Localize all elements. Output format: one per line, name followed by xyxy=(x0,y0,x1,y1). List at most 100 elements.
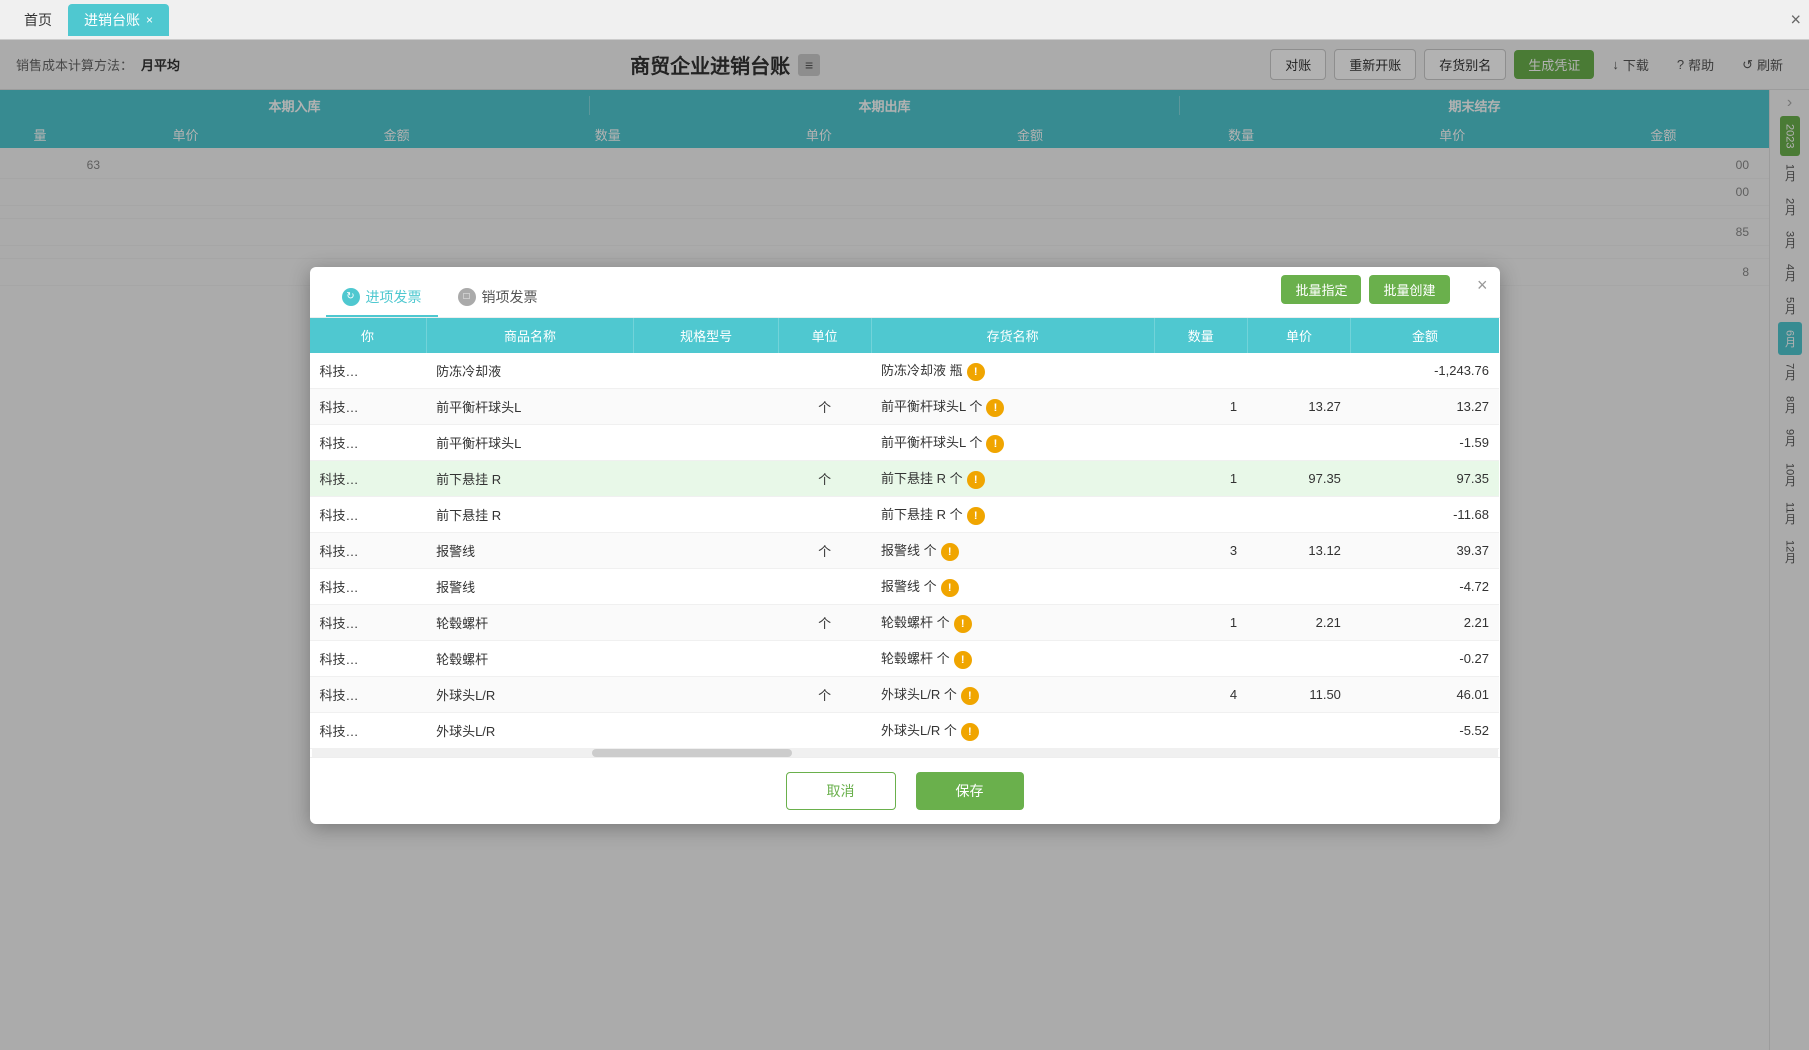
table-cell: 科技… xyxy=(310,424,427,460)
table-cell xyxy=(634,676,778,712)
table-cell xyxy=(1154,353,1247,389)
table-cell xyxy=(634,568,778,604)
table-cell: 2.21 xyxy=(1351,604,1499,640)
tab-close-icon[interactable]: × xyxy=(146,13,153,27)
col-company: 你 xyxy=(310,318,427,353)
table-cell: 个 xyxy=(778,604,871,640)
table-cell xyxy=(1154,496,1247,532)
table-row: 科技…防冻冷却液防冻冷却液 瓶!-1,243.76 xyxy=(310,353,1500,389)
table-cell xyxy=(778,712,871,748)
table-cell: -1,243.76 xyxy=(1351,353,1499,389)
table-cell xyxy=(1247,353,1351,389)
warning-icon: ! xyxy=(967,363,985,381)
warning-icon: ! xyxy=(954,651,972,669)
table-cell xyxy=(634,712,778,748)
table-cell xyxy=(634,604,778,640)
table-cell: 科技… xyxy=(310,640,427,676)
save-button[interactable]: 保存 xyxy=(916,772,1024,810)
col-product-name: 商品名称 xyxy=(426,318,634,353)
col-amount: 金额 xyxy=(1351,318,1499,353)
table-row: 科技…前平衡杆球头L前平衡杆球头L 个!-1.59 xyxy=(310,424,1500,460)
table-cell xyxy=(1154,712,1247,748)
table-cell: 科技… xyxy=(310,496,427,532)
table-row: 科技…前平衡杆球头L个前平衡杆球头L 个!113.2713.27 xyxy=(310,388,1500,424)
table-cell: 3 xyxy=(1154,532,1247,568)
table-cell xyxy=(1154,568,1247,604)
table-row: 科技…前下悬挂 R个前下悬挂 R 个!197.3597.35 xyxy=(310,460,1500,496)
table-cell: 1 xyxy=(1154,460,1247,496)
table-row: 科技…报警线报警线 个!-4.72 xyxy=(310,568,1500,604)
table-cell xyxy=(634,424,778,460)
table-cell xyxy=(634,640,778,676)
tab-invoice-in[interactable]: ↻ 进项发票 xyxy=(326,279,438,317)
table-cell: 46.01 xyxy=(1351,676,1499,712)
tab-ledger[interactable]: 进销台账 × xyxy=(68,4,169,36)
col-inventory-name: 存货名称 xyxy=(871,318,1154,353)
table-cell: 科技… xyxy=(310,532,427,568)
table-cell: -5.52 xyxy=(1351,712,1499,748)
table-cell xyxy=(634,532,778,568)
scrollbar-thumb[interactable] xyxy=(592,749,792,757)
table-cell xyxy=(1247,424,1351,460)
table-cell: 外球头L/R xyxy=(426,712,634,748)
table-row: 科技…报警线个报警线 个!313.1239.37 xyxy=(310,532,1500,568)
col-unit: 单位 xyxy=(778,318,871,353)
table-cell: 前平衡杆球头L xyxy=(426,424,634,460)
table-cell: 报警线 xyxy=(426,532,634,568)
modal-header: ↻ 进项发票 □ 销项发票 批量指定 批量创建 × xyxy=(310,267,1500,318)
modal-close-button[interactable]: × xyxy=(1477,275,1488,296)
warning-icon: ! xyxy=(961,723,979,741)
table-cell xyxy=(1154,424,1247,460)
table-cell: 2.21 xyxy=(1247,604,1351,640)
table-cell xyxy=(1154,640,1247,676)
table-cell: 科技… xyxy=(310,460,427,496)
batch-assign-button[interactable]: 批量指定 xyxy=(1281,275,1361,304)
table-cell xyxy=(778,496,871,532)
warning-icon: ! xyxy=(986,399,1004,417)
table-cell: 13.27 xyxy=(1247,388,1351,424)
table-cell: 科技… xyxy=(310,712,427,748)
main-content: 销售成本计算方法： 月平均 商贸企业进销台账 ≡ 对账 重新开账 存货别名 生成… xyxy=(0,40,1809,1050)
table-cell: 个 xyxy=(778,388,871,424)
table-cell xyxy=(634,388,778,424)
table-cell xyxy=(1247,568,1351,604)
modal-action-buttons: 批量指定 批量创建 xyxy=(1281,275,1449,304)
modal-body: 你 商品名称 规格型号 单位 存货名称 数量 单价 金额 科技…防冻冷却液防冻冷… xyxy=(310,318,1500,749)
table-cell: 前平衡杆球头L 个! xyxy=(871,388,1154,424)
tab-home[interactable]: 首页 xyxy=(8,4,68,36)
horizontal-scrollbar[interactable] xyxy=(312,749,1498,757)
warning-icon: ! xyxy=(954,615,972,633)
modal-overlay: ↻ 进项发票 □ 销项发票 批量指定 批量创建 × 你 xyxy=(0,40,1809,1050)
table-row: 科技…轮毂螺杆个轮毂螺杆 个!12.212.21 xyxy=(310,604,1500,640)
cancel-button[interactable]: 取消 xyxy=(786,772,896,810)
invoice-in-tab-icon: ↻ xyxy=(342,288,360,306)
table-cell: 前下悬挂 R 个! xyxy=(871,460,1154,496)
invoice-table: 你 商品名称 规格型号 单位 存货名称 数量 单价 金额 科技…防冻冷却液防冻冷… xyxy=(310,318,1500,749)
table-cell: 4 xyxy=(1154,676,1247,712)
warning-icon: ! xyxy=(967,507,985,525)
warning-icon: ! xyxy=(986,435,1004,453)
table-cell xyxy=(1247,496,1351,532)
table-cell: 报警线 个! xyxy=(871,532,1154,568)
warning-icon: ! xyxy=(941,579,959,597)
window-close-button[interactable]: × xyxy=(1790,9,1801,30)
tab-invoice-out[interactable]: □ 销项发票 xyxy=(442,279,554,317)
modal-dialog: ↻ 进项发票 □ 销项发票 批量指定 批量创建 × 你 xyxy=(310,267,1500,824)
table-cell: 防冻冷却液 瓶! xyxy=(871,353,1154,389)
table-cell xyxy=(1247,712,1351,748)
table-cell: 轮毂螺杆 个! xyxy=(871,604,1154,640)
table-cell: 前下悬挂 R xyxy=(426,460,634,496)
table-cell: 前下悬挂 R 个! xyxy=(871,496,1154,532)
table-cell xyxy=(778,640,871,676)
top-tab-bar: 首页 进销台账 × × xyxy=(0,0,1809,40)
batch-create-button[interactable]: 批量创建 xyxy=(1369,275,1449,304)
table-row: 科技…前下悬挂 R前下悬挂 R 个!-11.68 xyxy=(310,496,1500,532)
warning-icon: ! xyxy=(961,687,979,705)
table-cell: 科技… xyxy=(310,604,427,640)
warning-icon: ! xyxy=(941,543,959,561)
table-cell: 报警线 xyxy=(426,568,634,604)
table-cell xyxy=(778,424,871,460)
table-cell xyxy=(1247,640,1351,676)
col-spec: 规格型号 xyxy=(634,318,778,353)
warning-icon: ! xyxy=(967,471,985,489)
